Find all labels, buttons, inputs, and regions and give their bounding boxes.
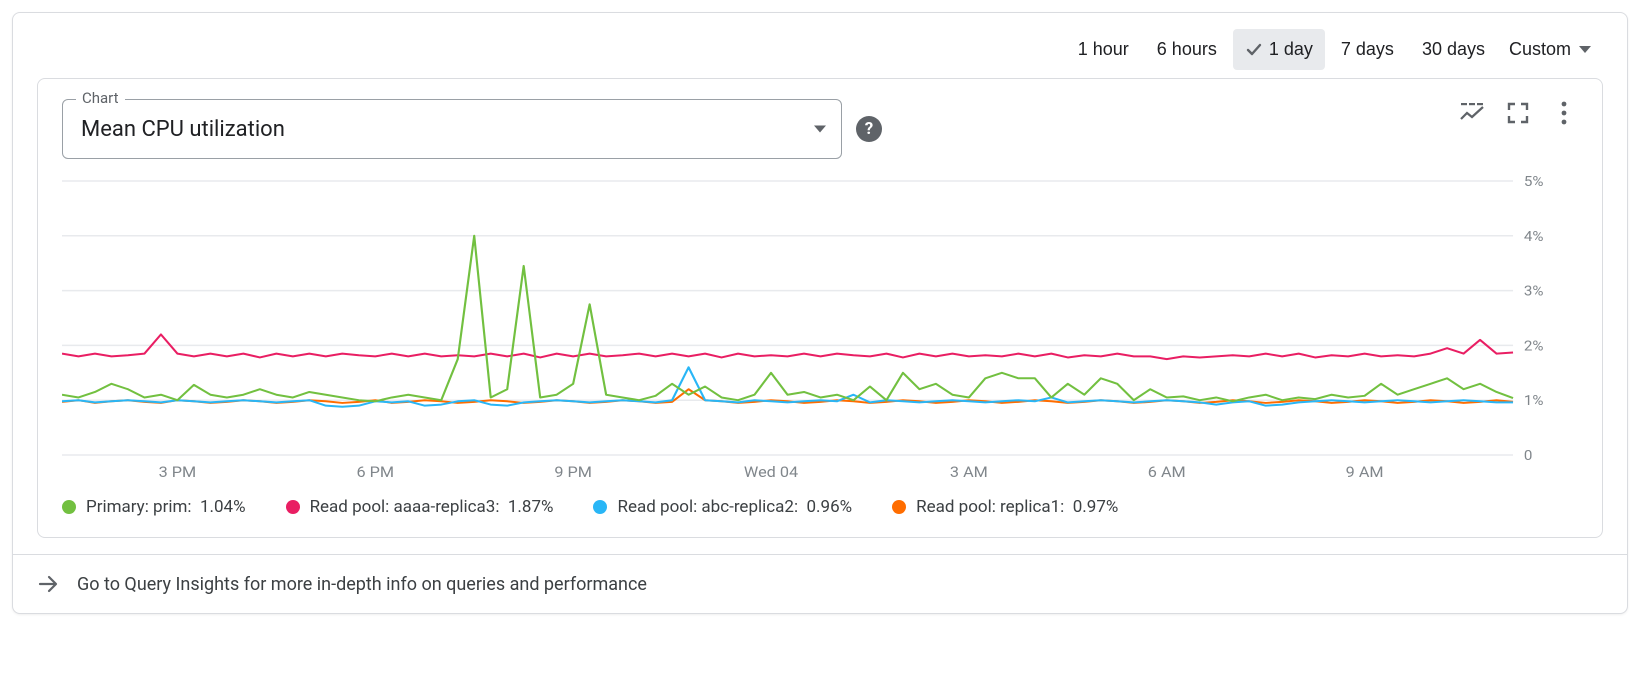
svg-text:9 PM: 9 PM: [554, 463, 592, 481]
chevron-down-icon: [814, 126, 826, 133]
chevron-down-icon: [1579, 46, 1591, 53]
legend-toggle-icon[interactable]: [1458, 99, 1486, 127]
time-range-7-days[interactable]: 7 days: [1329, 29, 1406, 70]
svg-text:3 AM: 3 AM: [950, 463, 988, 481]
svg-text:1%: 1%: [1524, 392, 1544, 409]
legend-swatch: [62, 500, 76, 514]
chart-plot[interactable]: 0 1% 2% 3% 4% 5% 3 PM 6 PM 9 PM Wed 04 3 AM 6 AM 9 A…: [62, 173, 1578, 483]
chart-legend: Primary: prim: 1.04% Read pool: aaaa-repl…: [62, 497, 1578, 517]
query-insights-link[interactable]: Go to Query Insights for more in-depth i…: [13, 554, 1627, 613]
svg-text:3 PM: 3 PM: [159, 463, 197, 481]
legend-item[interactable]: Read pool: replica1: 0.97%: [892, 497, 1118, 517]
svg-text:2%: 2%: [1524, 337, 1544, 354]
svg-text:6 AM: 6 AM: [1148, 463, 1186, 481]
legend-item[interactable]: Primary: prim: 1.04%: [62, 497, 246, 517]
svg-text:Wed 04: Wed 04: [744, 463, 798, 481]
time-range-label: 6 hours: [1157, 39, 1217, 60]
help-icon[interactable]: ?: [856, 116, 882, 142]
legend-label: Read pool: aaaa-replica3: 1.87%: [310, 497, 554, 517]
check-icon: [1245, 41, 1263, 59]
time-range-label: 1 hour: [1078, 39, 1129, 60]
time-range-label: Custom: [1509, 39, 1571, 60]
arrow-right-icon: [37, 573, 59, 595]
time-range-1-hour[interactable]: 1 hour: [1066, 29, 1141, 70]
footer-link-text: Go to Query Insights for more in-depth i…: [77, 574, 647, 595]
legend-label: Read pool: replica1: 0.97%: [916, 497, 1118, 517]
legend-swatch: [593, 500, 607, 514]
chart-card: Chart Mean CPU utilization ?: [37, 78, 1603, 538]
legend-label: Primary: prim: 1.04%: [86, 497, 246, 517]
legend-swatch: [892, 500, 906, 514]
legend-item[interactable]: Read pool: abc-replica2: 0.96%: [593, 497, 852, 517]
svg-text:0: 0: [1524, 447, 1533, 464]
chart-select-label: Chart: [76, 89, 125, 107]
svg-text:9 AM: 9 AM: [1346, 463, 1384, 481]
time-range-30-days[interactable]: 30 days: [1410, 29, 1497, 70]
legend-item[interactable]: Read pool: aaaa-replica3: 1.87%: [286, 497, 554, 517]
time-range-toolbar: 1 hour 6 hours 1 day 7 days 30 days Custom: [13, 13, 1627, 78]
time-range-label: 7 days: [1341, 39, 1394, 60]
more-vert-icon[interactable]: [1550, 99, 1578, 127]
chart-select[interactable]: Chart Mean CPU utilization: [62, 99, 842, 159]
time-range-1-day[interactable]: 1 day: [1233, 29, 1325, 70]
legend-label: Read pool: abc-replica2: 0.96%: [617, 497, 852, 517]
time-range-6-hours[interactable]: 6 hours: [1145, 29, 1229, 70]
svg-text:3%: 3%: [1524, 282, 1544, 299]
fullscreen-icon[interactable]: [1504, 99, 1532, 127]
time-range-custom[interactable]: Custom: [1501, 29, 1603, 70]
legend-swatch: [286, 500, 300, 514]
time-range-label: 1 day: [1269, 39, 1313, 60]
svg-text:6 PM: 6 PM: [357, 463, 395, 481]
svg-text:5%: 5%: [1524, 173, 1544, 190]
chart-select-value: Mean CPU utilization: [81, 117, 285, 142]
time-range-label: 30 days: [1422, 39, 1485, 60]
svg-text:4%: 4%: [1524, 227, 1544, 244]
